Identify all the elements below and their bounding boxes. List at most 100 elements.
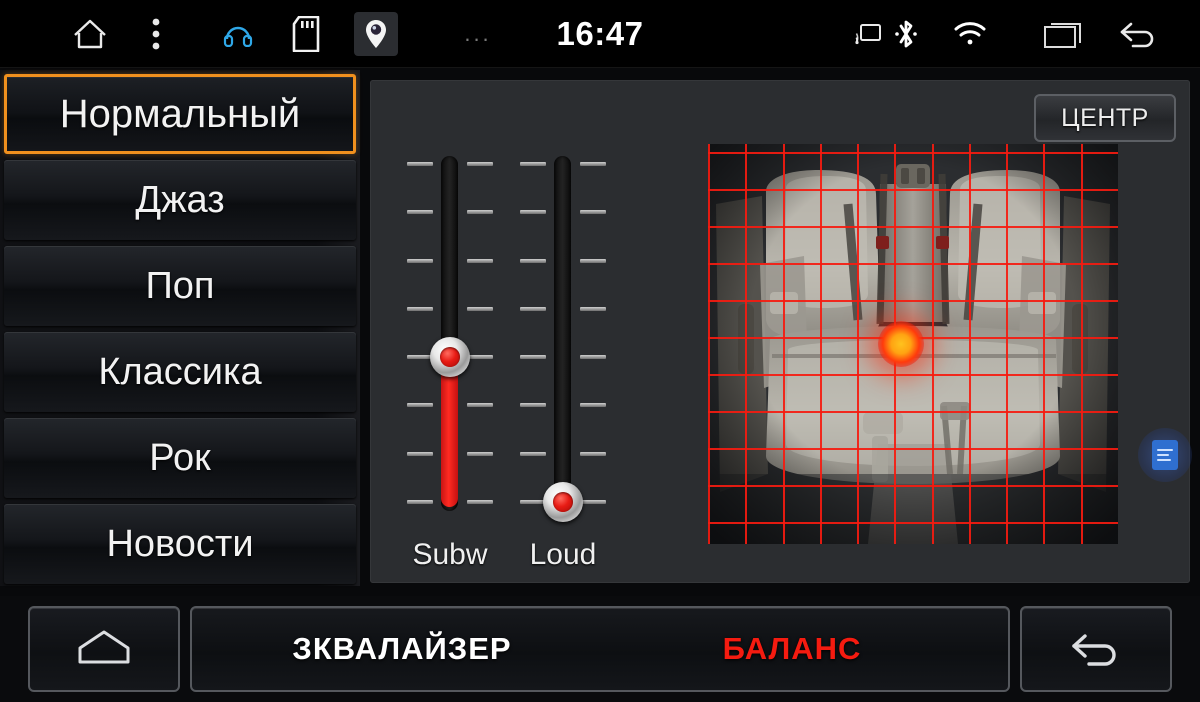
- grid-line-horizontal: [708, 263, 1118, 265]
- subwoofer-thumb[interactable]: [430, 337, 470, 378]
- home-button[interactable]: [28, 606, 180, 692]
- grid-line-horizontal: [708, 448, 1118, 450]
- slider-tick: [467, 210, 493, 215]
- slider-tick: [407, 162, 433, 166]
- balance-gridlines: [708, 144, 1118, 544]
- subwoofer-label: Subw: [412, 538, 488, 571]
- subwoofer-fill: [441, 357, 458, 507]
- slider-tick: [467, 258, 493, 263]
- slider-tick: [580, 258, 606, 263]
- grid-line-horizontal: [708, 485, 1118, 487]
- slider-tick: [467, 306, 493, 311]
- tab-equalizer[interactable]: ЗКВАЛАЙЗЕР: [252, 608, 552, 690]
- grid-line-vertical: [1043, 144, 1045, 544]
- preset-item-5[interactable]: Новости: [4, 504, 356, 584]
- grid-line-vertical: [820, 144, 822, 544]
- grid-line-vertical: [1081, 144, 1083, 544]
- grid-line-horizontal: [708, 522, 1118, 524]
- grid-line-vertical: [783, 144, 785, 544]
- slider-tick: [520, 306, 546, 311]
- grid-line-vertical: [708, 144, 710, 544]
- slider-tick: [467, 451, 493, 456]
- notes-icon[interactable]: [1138, 428, 1192, 482]
- slider-tick: [520, 451, 546, 456]
- grid-line-vertical: [857, 144, 859, 544]
- slider-tick: [520, 403, 546, 408]
- slider-tick: [520, 355, 546, 360]
- preset-label: Классика: [98, 351, 262, 393]
- home-icon: [76, 628, 132, 671]
- slider-tick: [580, 451, 606, 456]
- slider-tick: [407, 306, 433, 311]
- bottom-nav-bar: ЗКВАЛАЙЗЕР БАЛАНС: [0, 596, 1200, 702]
- eq-preset-list: Нормальный Джаз Поп Классика Рок Новости: [0, 70, 360, 586]
- grid-line-horizontal: [708, 411, 1118, 413]
- status-bar: ... 16:47: [0, 0, 1200, 68]
- loudness-slider[interactable]: Loud: [518, 150, 608, 580]
- slider-tick: [407, 500, 433, 504]
- preset-label: Поп: [145, 265, 215, 307]
- home-icon[interactable]: [62, 0, 118, 68]
- preset-item-3[interactable]: Классика: [4, 332, 356, 412]
- grid-line-vertical: [932, 144, 934, 544]
- loudness-thumb[interactable]: [543, 482, 583, 522]
- sd-card-icon: [280, 0, 332, 68]
- slider-tick: [580, 403, 606, 408]
- preset-label: Джаз: [135, 179, 225, 221]
- slider-tick: [407, 403, 433, 408]
- slider-tick: [580, 162, 606, 166]
- back-icon[interactable]: [1110, 0, 1166, 68]
- slider-tick: [520, 258, 546, 263]
- preset-item-0[interactable]: Нормальный: [4, 74, 356, 154]
- loudness-label: Loud: [529, 538, 597, 571]
- slider-tick: [580, 306, 606, 311]
- infotainment-screen: ... 16:47 Нормальный Джаз Поп Классика Р…: [0, 0, 1200, 702]
- subwoofer-track-wrap[interactable]: [405, 150, 495, 520]
- location-pin-badge: [354, 12, 398, 56]
- grid-line-horizontal: [708, 300, 1118, 302]
- slider-tick: [407, 258, 433, 263]
- slider-tick: [467, 355, 493, 360]
- wifi-icon[interactable]: [945, 0, 995, 68]
- status-overflow-dots[interactable]: ...: [455, 0, 501, 68]
- preset-label: Рок: [149, 437, 211, 479]
- slider-tick: [520, 210, 546, 215]
- back-button[interactable]: [1020, 606, 1172, 692]
- preset-label: Нормальный: [59, 92, 301, 136]
- slider-tick: [467, 162, 493, 166]
- grid-line-vertical: [745, 144, 747, 544]
- mode-tabbar: ЗКВАЛАЙЗЕР БАЛАНС: [190, 606, 1010, 692]
- loudness-track[interactable]: [554, 156, 571, 511]
- center-button[interactable]: ЦЕНТР: [1034, 94, 1176, 142]
- slider-tick: [580, 210, 606, 215]
- grid-line-vertical: [969, 144, 971, 544]
- menu-kebab-icon[interactable]: [130, 0, 182, 68]
- preset-item-1[interactable]: Джаз: [4, 160, 356, 240]
- grid-line-horizontal: [708, 189, 1118, 191]
- grid-line-horizontal: [708, 374, 1118, 376]
- location-pin-icon: [350, 0, 402, 68]
- slider-tick: [467, 500, 493, 504]
- balance-fader-pad[interactable]: [708, 144, 1118, 544]
- grid-line-horizontal: [708, 152, 1118, 154]
- slider-tick: [520, 162, 546, 166]
- recents-icon[interactable]: [1035, 0, 1095, 68]
- back-arrow-icon: [1067, 627, 1125, 672]
- subwoofer-slider[interactable]: Subw: [405, 150, 495, 580]
- preset-item-4[interactable]: Рок: [4, 418, 356, 498]
- slider-tick: [580, 355, 606, 360]
- slider-tick: [407, 451, 433, 456]
- preset-label: Новости: [106, 523, 254, 565]
- loudness-track-wrap[interactable]: [518, 150, 608, 522]
- headphones-icon: [212, 0, 264, 68]
- grid-line-horizontal: [708, 337, 1118, 339]
- slider-tick: [407, 210, 433, 215]
- preset-item-2[interactable]: Поп: [4, 246, 356, 326]
- notes-doc-glyph: [1152, 440, 1178, 470]
- tab-balance[interactable]: БАЛАНС: [642, 608, 942, 690]
- grid-line-vertical: [1006, 144, 1008, 544]
- grid-line-horizontal: [708, 226, 1118, 228]
- grid-line-vertical: [894, 144, 896, 544]
- balance-panel: ЦЕНТР Subw Loud: [370, 80, 1190, 583]
- bluetooth-icon[interactable]: [885, 0, 927, 68]
